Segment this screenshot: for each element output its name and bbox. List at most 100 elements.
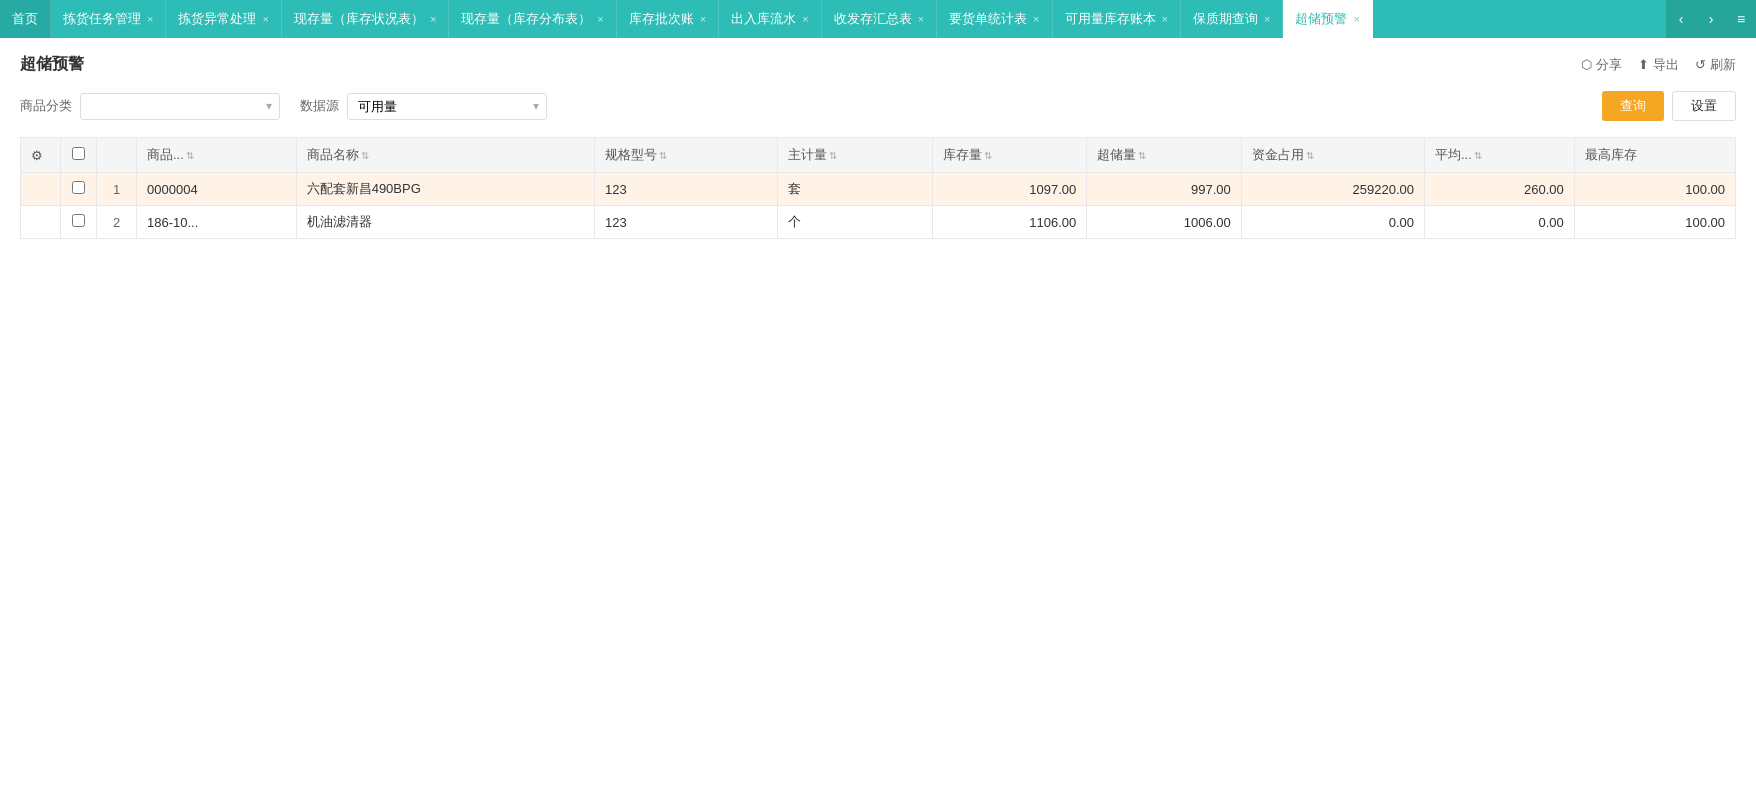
row-stock-cell: 1106.00 (932, 206, 1087, 239)
nav-prev-button[interactable]: ‹ (1666, 0, 1696, 38)
settings-button[interactable]: 设置 (1672, 91, 1736, 121)
datasource-select-wrapper: 可用量 库存量 (347, 93, 547, 120)
gear-column-header[interactable]: ⚙ (21, 138, 61, 173)
sort-icon: ⇅ (829, 150, 837, 161)
nav-task-mgmt[interactable]: 拣货任务管理 × (51, 0, 166, 38)
spec-column-header[interactable]: 规格型号⇅ (595, 138, 778, 173)
share-button[interactable]: ⬡ 分享 (1581, 56, 1622, 74)
sort-icon: ⇅ (361, 150, 369, 161)
datasource-label: 数据源 (300, 97, 339, 115)
close-icon[interactable]: × (1162, 13, 1168, 25)
nav-menu-button[interactable]: ≡ (1726, 0, 1756, 38)
close-icon[interactable]: × (700, 13, 706, 25)
row-spec-cell: 123 (595, 206, 778, 239)
row-product-code-cell: 186-10... (137, 206, 297, 239)
sort-icon: ⇅ (186, 150, 194, 161)
refresh-button[interactable]: ↺ 刷新 (1695, 56, 1736, 74)
close-icon[interactable]: × (262, 13, 268, 25)
page-container: 超储预警 ⬡ 分享 ⬆ 导出 ↺ 刷新 商品分类 (0, 38, 1756, 800)
sort-icon: ⇅ (984, 150, 992, 161)
refresh-icon: ↺ (1695, 57, 1706, 72)
max-stock-column-header[interactable]: 最高库存 (1574, 138, 1735, 173)
nav-avail-ledger[interactable]: 可用量库存账本 × (1053, 0, 1181, 38)
nav-exception[interactable]: 拣货异常处理 × (166, 0, 281, 38)
product-name-column-header[interactable]: 商品名称⇅ (296, 138, 594, 173)
row-checkbox[interactable] (72, 214, 85, 227)
share-icon: ⬡ (1581, 57, 1592, 72)
nav-next-button[interactable]: › (1696, 0, 1726, 38)
sort-icon: ⇅ (1474, 150, 1482, 161)
nav-recv-summary[interactable]: 收发存汇总表 × (822, 0, 937, 38)
avg-column-header[interactable]: 平均...⇅ (1425, 138, 1575, 173)
category-select-wrapper (80, 93, 280, 120)
nav-order-stat[interactable]: 要货单统计表 × (937, 0, 1052, 38)
check-column-header[interactable] (61, 138, 97, 173)
table-header-row: ⚙ 商品...⇅ 商品名称⇅ 规格型号⇅ 主计量⇅ (21, 138, 1736, 173)
export-button[interactable]: ⬆ 导出 (1638, 56, 1679, 74)
row-spec-cell: 123 (595, 173, 778, 206)
category-label: 商品分类 (20, 97, 72, 115)
table-body: 1 0000004 六配套新昌490BPG 123 套 1097.00 997.… (21, 173, 1736, 239)
row-unit-cell: 个 (778, 206, 933, 239)
row-capital-cell: 259220.00 (1241, 173, 1424, 206)
row-unit-cell: 套 (778, 173, 933, 206)
row-product-code-cell: 0000004 (137, 173, 297, 206)
row-stock-cell: 1097.00 (932, 173, 1087, 206)
row-avg-cell: 260.00 (1425, 173, 1575, 206)
index-column-header (97, 138, 137, 173)
row-avg-cell: 0.00 (1425, 206, 1575, 239)
close-icon[interactable]: × (597, 13, 603, 25)
nav-expiry[interactable]: 保质期查询 × (1181, 0, 1283, 38)
sort-icon: ⇅ (1138, 150, 1146, 161)
table-row: 1 0000004 六配套新昌490BPG 123 套 1097.00 997.… (21, 173, 1736, 206)
close-icon[interactable]: × (430, 13, 436, 25)
row-max-stock-cell: 100.00 (1574, 206, 1735, 239)
page-header: 超储预警 ⬡ 分享 ⬆ 导出 ↺ 刷新 (20, 54, 1736, 75)
query-button[interactable]: 查询 (1602, 91, 1664, 121)
product-code-column-header[interactable]: 商品...⇅ (137, 138, 297, 173)
nav-stock-status[interactable]: 现存量（库存状况表） × (282, 0, 449, 38)
table-row: 2 186-10... 机油滤清器 123 个 1106.00 1006.00 … (21, 206, 1736, 239)
stock-column-header[interactable]: 库存量⇅ (932, 138, 1087, 173)
row-overstock-cell: 1006.00 (1087, 206, 1242, 239)
nav-overstock[interactable]: 超储预警 × (1283, 0, 1372, 38)
overstock-column-header[interactable]: 超储量⇅ (1087, 138, 1242, 173)
nav-home[interactable]: 首页 (0, 0, 51, 38)
nav-stock-dist[interactable]: 现存量（库存分布表） × (449, 0, 616, 38)
row-gear-cell (21, 173, 61, 206)
row-index-cell: 2 (97, 206, 137, 239)
category-select[interactable] (80, 93, 280, 120)
sort-icon: ⇅ (659, 150, 667, 161)
datasource-select[interactable]: 可用量 库存量 (347, 93, 547, 120)
row-checkbox[interactable] (72, 181, 85, 194)
filter-actions: 查询 设置 (1602, 91, 1736, 121)
settings-gear-icon[interactable]: ⚙ (31, 148, 43, 163)
page-title: 超储预警 (20, 54, 84, 75)
row-max-stock-cell: 100.00 (1574, 173, 1735, 206)
filter-row: 商品分类 数据源 可用量 库存量 查询 设置 (20, 91, 1736, 121)
row-check-cell[interactable] (61, 206, 97, 239)
filter-group-datasource: 数据源 可用量 库存量 (300, 93, 547, 120)
close-icon[interactable]: × (1353, 13, 1359, 25)
data-table: ⚙ 商品...⇅ 商品名称⇅ 规格型号⇅ 主计量⇅ (20, 137, 1736, 239)
close-icon[interactable]: × (1033, 13, 1039, 25)
row-check-cell[interactable] (61, 173, 97, 206)
row-overstock-cell: 997.00 (1087, 173, 1242, 206)
row-product-name-cell: 六配套新昌490BPG (296, 173, 594, 206)
select-all-checkbox[interactable] (72, 147, 85, 160)
row-gear-cell (21, 206, 61, 239)
close-icon[interactable]: × (918, 13, 924, 25)
row-product-name-cell: 机油滤清器 (296, 206, 594, 239)
unit-column-header[interactable]: 主计量⇅ (778, 138, 933, 173)
header-actions: ⬡ 分享 ⬆ 导出 ↺ 刷新 (1581, 56, 1736, 74)
nav-inout-flow[interactable]: 出入库流水 × (719, 0, 821, 38)
close-icon[interactable]: × (802, 13, 808, 25)
filter-group-category: 商品分类 (20, 93, 280, 120)
capital-column-header[interactable]: 资金占用⇅ (1241, 138, 1424, 173)
nav-arrows: ‹ › ≡ (1666, 0, 1756, 38)
close-icon[interactable]: × (1264, 13, 1270, 25)
nav-batch-ledger[interactable]: 库存批次账 × (617, 0, 719, 38)
close-icon[interactable]: × (147, 13, 153, 25)
row-index-cell: 1 (97, 173, 137, 206)
topbar: 首页 拣货任务管理 × 拣货异常处理 × 现存量（库存状况表） × 现存量（库存… (0, 0, 1756, 38)
